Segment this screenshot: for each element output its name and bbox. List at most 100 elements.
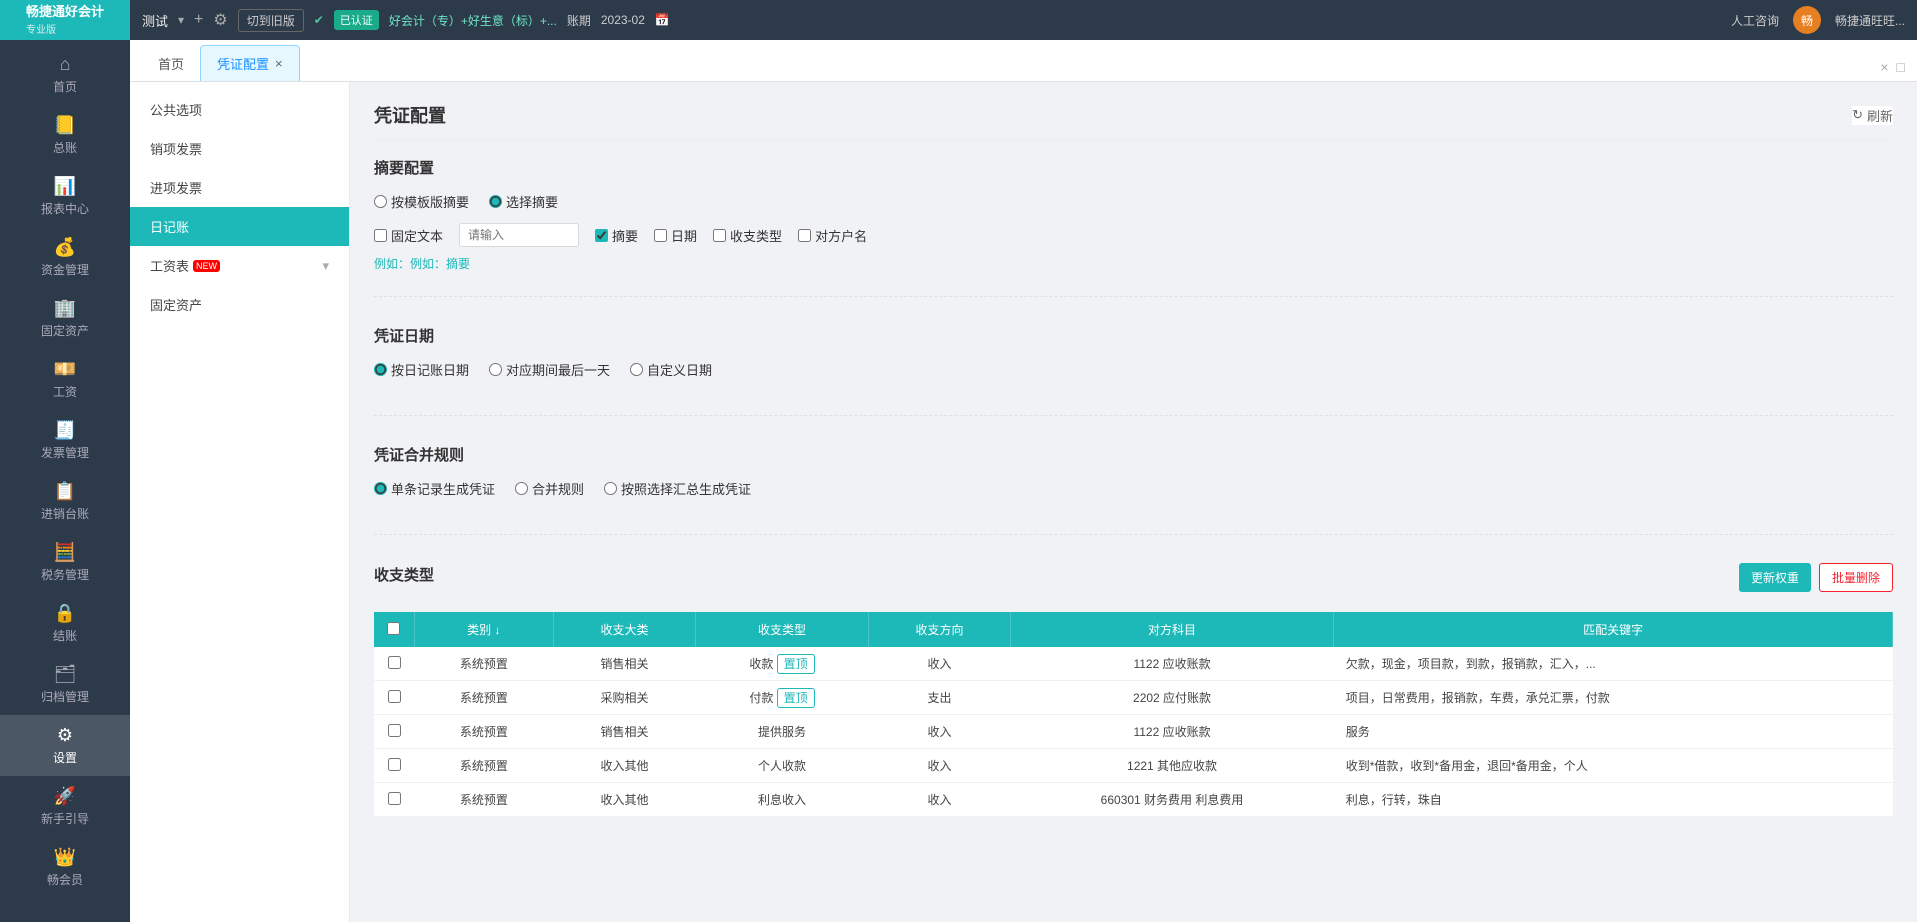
summary-section: 摘要配置 按模板版摘要 选择摘要 xyxy=(374,157,1893,297)
close-window-button[interactable]: × xyxy=(1880,59,1888,75)
page-title: 凭证配置 xyxy=(374,102,446,128)
salary-icon: 💴 xyxy=(54,359,76,380)
invoice-icon: 🧾 xyxy=(54,420,76,441)
row-checkbox[interactable] xyxy=(388,792,401,805)
checkbox-counterpart[interactable] xyxy=(798,229,811,242)
select-all-checkbox[interactable] xyxy=(387,622,400,635)
radio-custom-date-input[interactable] xyxy=(630,363,643,376)
cell-direction: 收入 xyxy=(869,647,1011,681)
window-controls: × □ xyxy=(1880,59,1905,81)
cell-keywords: 服务 xyxy=(1334,715,1893,749)
row-checkbox[interactable] xyxy=(388,656,401,669)
checkbox-summary-label[interactable]: 摘要 xyxy=(595,226,638,245)
radio-template[interactable]: 按模板版摘要 xyxy=(374,192,469,211)
table-row: 系统预置 销售相关 提供服务 收入 1122 应收账款 服务 xyxy=(374,715,1893,749)
radio-select-total-input[interactable] xyxy=(604,482,617,495)
company-dropdown-icon[interactable]: ▾ xyxy=(178,13,184,27)
checkbox-counterpart-label[interactable]: 对方户名 xyxy=(798,226,867,245)
settings-icon[interactable]: ⚙ xyxy=(213,10,227,30)
radio-journal-date-input[interactable] xyxy=(374,363,387,376)
sidebar-item-label: 总账 xyxy=(53,139,77,156)
certified-label: 已认证 xyxy=(334,10,379,30)
user-name[interactable]: 畅捷通旺旺... xyxy=(1835,12,1905,29)
sidebar-item-funds[interactable]: 💰 资金管理 xyxy=(0,227,130,288)
sidebar-item-reports[interactable]: 📊 报表中心 xyxy=(0,166,130,227)
cell-checkbox xyxy=(374,647,414,681)
radio-select-total[interactable]: 按照选择汇总生成凭证 xyxy=(604,479,751,498)
certified-badge: ✔ xyxy=(314,13,324,27)
checkbox-summary[interactable] xyxy=(595,229,608,242)
calendar-icon[interactable]: 📅 xyxy=(655,13,670,27)
sidebar-item-assets[interactable]: 🏢 固定资产 xyxy=(0,288,130,349)
top-tag-btn[interactable]: 置顶 xyxy=(777,654,815,674)
row-checkbox[interactable] xyxy=(388,690,401,703)
checkbox-type[interactable] xyxy=(713,229,726,242)
sidebar-item-archive[interactable]: 🗂 归档管理 xyxy=(0,654,130,715)
top-tag-btn[interactable]: 置顶 xyxy=(777,688,815,708)
checkbox-date-label[interactable]: 日期 xyxy=(654,226,697,245)
table-row: 系统预置 收入其他 个人收款 收入 1221 其他应收款 收到*借款，收到*备用… xyxy=(374,749,1893,783)
tab-voucher-config[interactable]: 凭证配置 × xyxy=(200,45,300,81)
logo-sub: 专业版 xyxy=(26,21,104,36)
sidebar-item-settings[interactable]: ⚙ 设置 xyxy=(0,715,130,776)
radio-journal-date[interactable]: 按日记账日期 xyxy=(374,360,469,379)
left-panel-item-sales-invoice[interactable]: 销项发票 xyxy=(130,129,349,168)
sidebar-item-purchase[interactable]: 📋 进销台账 xyxy=(0,471,130,532)
left-panel-item-public[interactable]: 公共选项 xyxy=(130,90,349,129)
checkbox-date[interactable] xyxy=(654,229,667,242)
radio-single-input[interactable] xyxy=(374,482,387,495)
sidebar-item-label: 发票管理 xyxy=(41,444,89,461)
cell-main-type: 收入其他 xyxy=(554,783,696,817)
tags: 好会计（专）+好生意（标）+... xyxy=(389,12,557,29)
left-panel-item-purchase-invoice[interactable]: 进项发票 xyxy=(130,168,349,207)
sidebar-item-member[interactable]: 👑 畅会员 xyxy=(0,837,130,898)
sidebar-item-ledger[interactable]: 📒 总账 xyxy=(0,105,130,166)
guide-icon: 🚀 xyxy=(54,786,76,807)
add-icon[interactable]: + xyxy=(194,11,203,29)
radio-custom-date[interactable]: 自定义日期 xyxy=(630,360,712,379)
refresh-button[interactable]: ↻ 刷新 xyxy=(1852,106,1893,125)
sidebar-item-home[interactable]: ⌂ 首页 xyxy=(0,44,130,105)
sidebar-item-tax[interactable]: 🧮 税务管理 xyxy=(0,532,130,593)
switch-version-button[interactable]: 切到旧版 xyxy=(238,9,304,32)
sidebar-item-invoice[interactable]: 🧾 发票管理 xyxy=(0,410,130,471)
checkbox-fixed-text[interactable] xyxy=(374,229,387,242)
left-panel-item-payroll[interactable]: 工资表 NEW ▾ xyxy=(130,246,349,285)
radio-period-last[interactable]: 对应期间最后一天 xyxy=(489,360,610,379)
sidebar-item-salary[interactable]: 💴 工资 xyxy=(0,349,130,410)
cell-category: 系统预置 xyxy=(414,749,554,783)
income-expense-section-title: 收支类型 xyxy=(374,564,434,585)
tab-home[interactable]: 首页 xyxy=(142,46,200,81)
left-panel-item-label: 销项发票 xyxy=(150,139,202,158)
batch-delete-button[interactable]: 批量删除 xyxy=(1819,563,1893,592)
checkbox-fixed-text-label[interactable]: 固定文本 xyxy=(374,226,443,245)
sidebar-item-close[interactable]: 🔒 结账 xyxy=(0,593,130,654)
th-direction: 收支方向 xyxy=(869,612,1011,647)
cell-sub-type: 提供服务 xyxy=(695,715,868,749)
radio-template-input[interactable] xyxy=(374,195,387,208)
sidebar-item-guide[interactable]: 🚀 新手引导 xyxy=(0,776,130,837)
radio-select[interactable]: 选择摘要 xyxy=(489,192,558,211)
reports-icon: 📊 xyxy=(54,176,76,197)
ledger-icon: 📒 xyxy=(54,115,76,136)
row-checkbox[interactable] xyxy=(388,758,401,771)
expand-icon: ▾ xyxy=(322,258,329,274)
maximize-window-button[interactable]: □ xyxy=(1897,59,1905,75)
left-panel-item-fixed-assets[interactable]: 固定资产 xyxy=(130,285,349,324)
radio-merge-rule[interactable]: 合并规则 xyxy=(515,479,584,498)
sidebar-item-label: 报表中心 xyxy=(41,200,89,217)
row-checkbox[interactable] xyxy=(388,724,401,737)
radio-select-input[interactable] xyxy=(489,195,502,208)
radio-single[interactable]: 单条记录生成凭证 xyxy=(374,479,495,498)
fixed-text-input[interactable] xyxy=(459,223,579,247)
sidebar-item-label: 工资 xyxy=(53,383,77,400)
left-panel-item-journal[interactable]: 日记账 xyxy=(130,207,349,246)
radio-merge-rule-input[interactable] xyxy=(515,482,528,495)
consult-label[interactable]: 人工咨询 xyxy=(1731,12,1779,29)
merge-section: 凭证合并规则 单条记录生成凭证 合并规则 xyxy=(374,444,1893,535)
radio-period-last-input[interactable] xyxy=(489,363,502,376)
cell-counterpart-subject: 2202 应付账款 xyxy=(1010,681,1333,715)
tab-close-icon[interactable]: × xyxy=(275,56,283,71)
checkbox-type-label[interactable]: 收支类型 xyxy=(713,226,782,245)
update-weight-button[interactable]: 更新权重 xyxy=(1739,563,1811,592)
